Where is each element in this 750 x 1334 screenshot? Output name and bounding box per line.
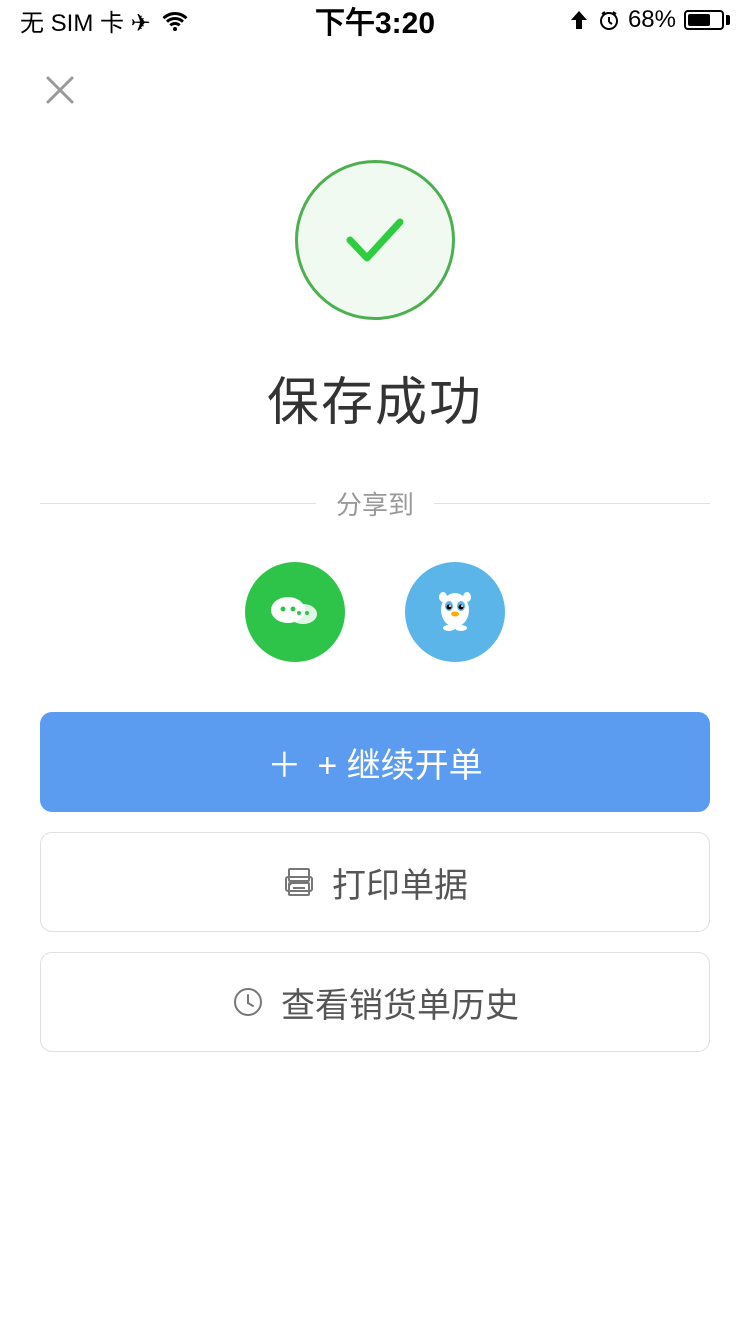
print-label: 打印单据 [332, 858, 468, 907]
status-bar: 无 SIM 卡 ✈ 下午3:20 68% [0, 0, 750, 40]
plus-icon: ＋ [267, 738, 301, 787]
share-label: 分享到 [336, 485, 414, 522]
no-sim-text: 无 SIM 卡 ✈ [20, 3, 151, 38]
share-icons [40, 562, 710, 662]
qq-share-button[interactable] [405, 562, 505, 662]
close-button[interactable] [30, 60, 90, 120]
location-icon [568, 9, 590, 31]
success-title: 保存成功 [267, 360, 483, 435]
share-divider: 分享到 [40, 485, 710, 522]
status-time: 下午3:20 [315, 0, 435, 42]
action-buttons: ＋ + 继续开单 打印单据 [40, 712, 710, 1092]
print-button[interactable]: 打印单据 [40, 832, 710, 932]
wechat-icon [265, 582, 325, 642]
continue-order-label: + 继续开单 [317, 738, 482, 787]
history-button[interactable]: 查看销货单历史 [40, 952, 710, 1052]
continue-order-button[interactable]: ＋ + 继续开单 [40, 712, 710, 812]
print-icon [282, 865, 316, 899]
history-icon [231, 985, 265, 1019]
alarm-icon [598, 9, 620, 31]
wechat-share-button[interactable] [245, 562, 345, 662]
share-section: 分享到 [40, 485, 710, 662]
battery-icon [684, 10, 730, 30]
battery-percentage: 68% [628, 6, 676, 34]
main-content: 保存成功 分享到 [0, 140, 750, 1334]
qq-icon [425, 582, 485, 642]
checkmark-icon [335, 200, 415, 280]
success-icon-circle [295, 160, 455, 320]
status-right: 68% [568, 6, 730, 34]
wifi-icon [161, 9, 189, 31]
status-left: 无 SIM 卡 ✈ [20, 3, 189, 38]
history-label: 查看销货单历史 [281, 978, 519, 1027]
